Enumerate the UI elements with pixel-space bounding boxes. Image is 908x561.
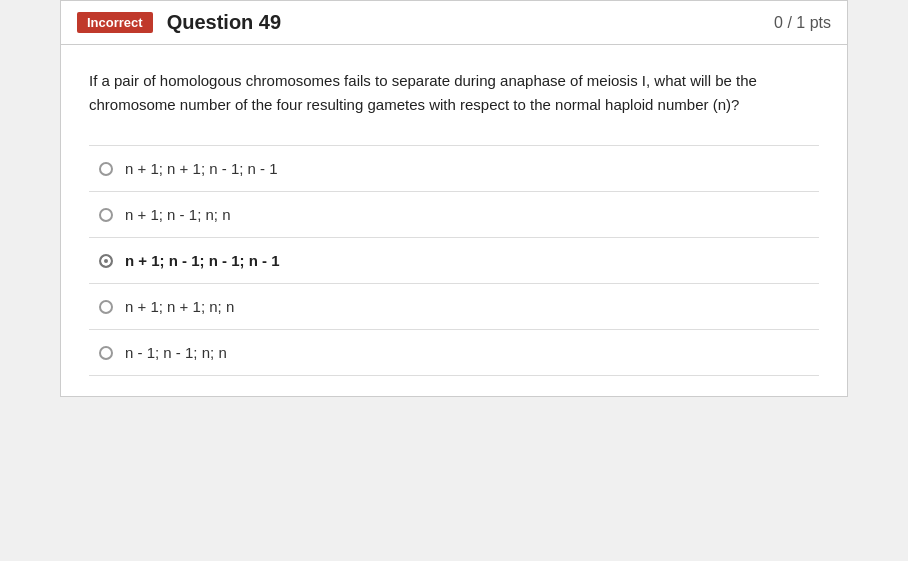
question-text: If a pair of homologous chromosomes fail… — [89, 69, 819, 117]
option-label: n + 1; n + 1; n; n — [125, 298, 234, 315]
radio-circle — [99, 300, 113, 314]
radio-circle — [99, 254, 113, 268]
option-item[interactable]: n + 1; n + 1; n; n — [89, 284, 819, 330]
option-item[interactable]: n + 1; n + 1; n - 1; n - 1 — [89, 146, 819, 192]
option-label: n + 1; n - 1; n - 1; n - 1 — [125, 252, 280, 269]
radio-circle — [99, 162, 113, 176]
option-label: n + 1; n - 1; n; n — [125, 206, 230, 223]
question-title: Question 49 — [167, 11, 774, 34]
question-body: If a pair of homologous chromosomes fail… — [61, 45, 847, 396]
option-item[interactable]: n - 1; n - 1; n; n — [89, 330, 819, 376]
option-label: n - 1; n - 1; n; n — [125, 344, 227, 361]
radio-circle — [99, 208, 113, 222]
question-header: Incorrect Question 49 0 / 1 pts — [61, 1, 847, 45]
option-label: n + 1; n + 1; n - 1; n - 1 — [125, 160, 278, 177]
question-card: Incorrect Question 49 0 / 1 pts If a pai… — [60, 0, 848, 397]
options-list: n + 1; n + 1; n - 1; n - 1 n + 1; n - 1; … — [89, 145, 819, 376]
question-points: 0 / 1 pts — [774, 14, 831, 32]
option-item[interactable]: n + 1; n - 1; n - 1; n - 1 — [89, 238, 819, 284]
radio-circle — [99, 346, 113, 360]
incorrect-badge: Incorrect — [77, 12, 153, 33]
page-wrapper: Incorrect Question 49 0 / 1 pts If a pai… — [0, 0, 908, 561]
option-item[interactable]: n + 1; n - 1; n; n — [89, 192, 819, 238]
